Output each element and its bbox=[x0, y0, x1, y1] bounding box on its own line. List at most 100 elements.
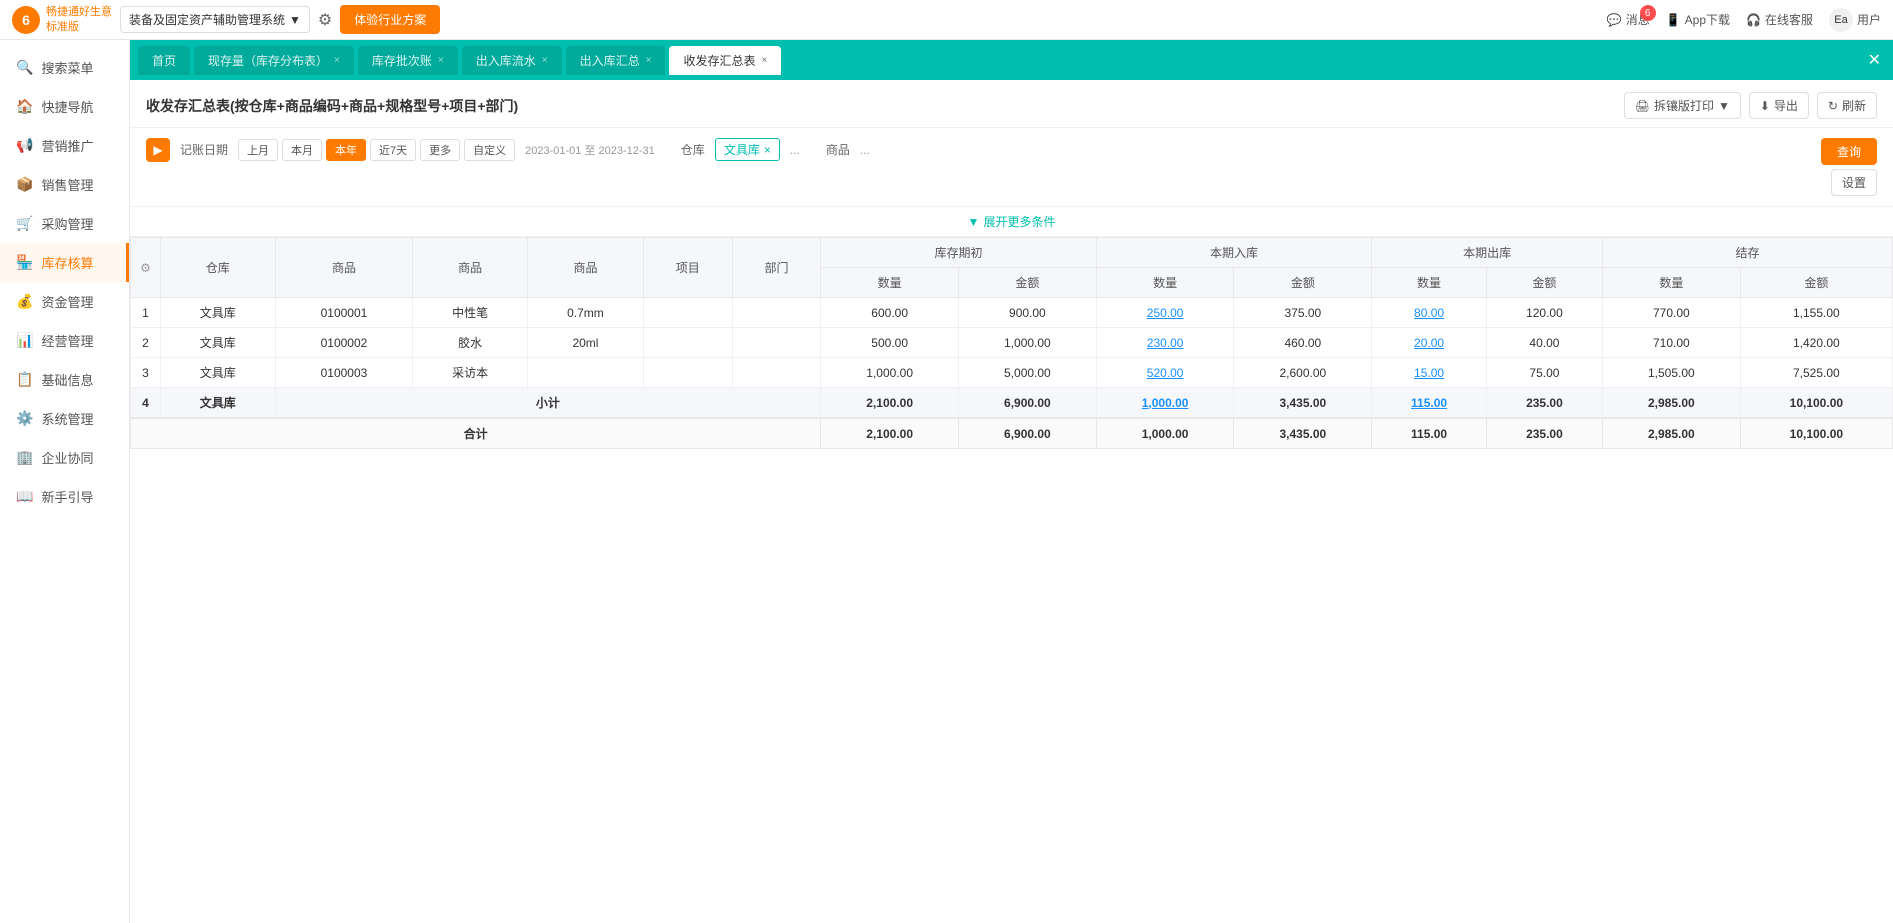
inventory-icon: 🏪 bbox=[16, 254, 33, 271]
sidebar-item-marketing[interactable]: 📢 营销推广 bbox=[0, 126, 129, 165]
tab-bar-close-button[interactable]: ✕ bbox=[1868, 50, 1881, 70]
logo-icon: 6 bbox=[12, 6, 40, 34]
expand-icon: ▼ bbox=[968, 215, 980, 229]
refresh-button[interactable]: ↻ 刷新 bbox=[1817, 92, 1877, 119]
row2-closing-qty: 710.00 bbox=[1602, 328, 1740, 358]
date-btn-last-month[interactable]: 上月 bbox=[238, 139, 278, 161]
home-icon: 🏠 bbox=[16, 98, 33, 115]
sidebar-item-operation[interactable]: 📊 经营管理 bbox=[0, 321, 129, 360]
row1-out-amount: 120.00 bbox=[1486, 298, 1602, 328]
app-download-button[interactable]: 📱 App下载 bbox=[1666, 11, 1730, 28]
row3-department bbox=[732, 358, 821, 388]
sidebar-item-label: 基础信息 bbox=[41, 370, 93, 389]
th-opening: 库存期初 bbox=[821, 238, 1096, 268]
sidebar-item-label: 采购管理 bbox=[41, 214, 93, 233]
total-in-amount: 3,435.00 bbox=[1234, 418, 1372, 449]
row1-product-code: 0100001 bbox=[275, 298, 413, 328]
table-settings-icon[interactable]: ⚙ bbox=[140, 261, 151, 275]
row1-product-spec: 0.7mm bbox=[527, 298, 643, 328]
system-dropdown[interactable]: 装备及固定资产辅助管理系统 ▼ bbox=[120, 6, 310, 33]
sidebar-item-search[interactable]: 🔍 搜索菜单 bbox=[0, 48, 129, 87]
sidebar-item-label: 营销推广 bbox=[41, 136, 93, 155]
print-dropdown-icon: ▼ bbox=[1718, 99, 1730, 113]
sidebar-item-label: 新手引导 bbox=[41, 487, 93, 506]
row2-project bbox=[643, 328, 732, 358]
user-menu[interactable]: Ea 用户 bbox=[1829, 8, 1881, 32]
sidebar-item-label: 销售管理 bbox=[41, 175, 93, 194]
row3-in-qty[interactable]: 520.00 bbox=[1096, 358, 1234, 388]
tab-stock-dist[interactable]: 现存量（库存分布表） × bbox=[194, 46, 354, 75]
total-opening-amount: 6,900.00 bbox=[959, 418, 1097, 449]
date-btn-this-year[interactable]: 本年 bbox=[326, 139, 366, 161]
tab-inout-flow[interactable]: 出入库流水 × bbox=[462, 46, 562, 75]
print-button[interactable]: 🖨 拆镶版打印 ▼ bbox=[1624, 92, 1741, 119]
th-in: 本期入库 bbox=[1096, 238, 1371, 268]
th-closing-qty: 数量 bbox=[1602, 268, 1740, 298]
filter-toggle-button[interactable]: ▶ bbox=[146, 138, 170, 162]
sidebar-item-quick[interactable]: 🏠 快捷导航 bbox=[0, 87, 129, 126]
total-opening-qty: 2,100.00 bbox=[821, 418, 959, 449]
system-icon: ⚙️ bbox=[16, 410, 33, 427]
tab-close-receipt-summary[interactable]: × bbox=[761, 55, 767, 66]
row2-opening-qty: 500.00 bbox=[821, 328, 959, 358]
message-badge: 6 bbox=[1640, 5, 1656, 21]
total-in-qty: 1,000.00 bbox=[1096, 418, 1234, 449]
tab-home[interactable]: 首页 bbox=[138, 46, 190, 75]
operation-icon: 📊 bbox=[16, 332, 33, 349]
date-btn-more[interactable]: 更多 bbox=[420, 139, 460, 161]
query-button[interactable]: 查询 bbox=[1821, 138, 1877, 165]
expand-conditions-button[interactable]: ▼ 展开更多条件 bbox=[968, 213, 1056, 230]
system-name: 装备及固定资产辅助管理系统 bbox=[129, 11, 285, 28]
sidebar-item-inventory[interactable]: 🏪 库存核算 bbox=[0, 243, 129, 282]
expand-conditions-row: ▼ 展开更多条件 bbox=[130, 207, 1893, 237]
warehouse-more-button[interactable]: ... bbox=[790, 143, 800, 157]
date-btn-custom[interactable]: 自定义 bbox=[464, 139, 515, 161]
th-opening-amount: 金额 bbox=[959, 268, 1097, 298]
tab-close-batch[interactable]: × bbox=[438, 55, 444, 66]
warehouse-tag-close[interactable]: × bbox=[764, 143, 771, 157]
product-more-button[interactable]: ... bbox=[860, 143, 870, 157]
top-bar: 6 畅捷通好生意 标准版 装备及固定资产辅助管理系统 ▼ ⚙ 体验行业方案 💬 … bbox=[0, 0, 1893, 40]
online-service-button[interactable]: 🎧 在线客服 bbox=[1746, 11, 1813, 28]
row1-no: 1 bbox=[131, 298, 161, 328]
row3-opening-qty: 1,000.00 bbox=[821, 358, 959, 388]
row3-product-code: 0100003 bbox=[275, 358, 413, 388]
tab-batch[interactable]: 库存批次账 × bbox=[358, 46, 458, 75]
date-btn-this-month[interactable]: 本月 bbox=[282, 139, 322, 161]
subtotal-closing-amount: 10,100.00 bbox=[1740, 388, 1892, 419]
subtotal-label: 小计 bbox=[275, 388, 821, 419]
row3-out-qty[interactable]: 15.00 bbox=[1372, 358, 1487, 388]
row1-out-qty[interactable]: 80.00 bbox=[1372, 298, 1487, 328]
row3-opening-amount: 5,000.00 bbox=[959, 358, 1097, 388]
sidebar-item-guide[interactable]: 📖 新手引导 bbox=[0, 477, 129, 516]
warehouse-filter-tag[interactable]: 文具库 × bbox=[715, 138, 780, 161]
date-btn-7days[interactable]: 近7天 bbox=[370, 139, 416, 161]
settings-icon[interactable]: ⚙ bbox=[318, 10, 332, 30]
row2-no: 2 bbox=[131, 328, 161, 358]
sidebar-item-basic[interactable]: 📋 基础信息 bbox=[0, 360, 129, 399]
row2-opening-amount: 1,000.00 bbox=[959, 328, 1097, 358]
th-out-amount: 金额 bbox=[1486, 268, 1602, 298]
subtotal-in-qty[interactable]: 1,000.00 bbox=[1096, 388, 1234, 419]
message-button[interactable]: 💬 消息 6 bbox=[1607, 11, 1650, 28]
sidebar-item-system[interactable]: ⚙️ 系统管理 bbox=[0, 399, 129, 438]
row2-out-qty[interactable]: 20.00 bbox=[1372, 328, 1487, 358]
row1-in-qty[interactable]: 250.00 bbox=[1096, 298, 1234, 328]
row1-project bbox=[643, 298, 732, 328]
tab-inout-summary[interactable]: 出入库汇总 × bbox=[566, 46, 666, 75]
export-button[interactable]: ⬇ 导出 bbox=[1749, 92, 1809, 119]
row2-in-qty[interactable]: 230.00 bbox=[1096, 328, 1234, 358]
sidebar-item-sales[interactable]: 📦 销售管理 bbox=[0, 165, 129, 204]
tab-close-stock-dist[interactable]: × bbox=[334, 55, 340, 66]
sidebar-item-finance[interactable]: 💰 资金管理 bbox=[0, 282, 129, 321]
trial-button[interactable]: 体验行业方案 bbox=[340, 5, 440, 34]
tab-receipt-summary[interactable]: 收发存汇总表 × bbox=[669, 46, 781, 75]
sidebar-item-purchase[interactable]: 🛒 采购管理 bbox=[0, 204, 129, 243]
sidebar-item-enterprise[interactable]: 🏢 企业协同 bbox=[0, 438, 129, 477]
filter-setting-button[interactable]: 设置 bbox=[1831, 169, 1877, 196]
tab-close-inout-summary[interactable]: × bbox=[646, 55, 652, 66]
tab-close-inout-flow[interactable]: × bbox=[542, 55, 548, 66]
subtotal-out-qty[interactable]: 115.00 bbox=[1372, 388, 1487, 419]
warehouse-filter-label: 仓库 bbox=[681, 141, 705, 158]
table-row: 2 文具库 0100002 胶水 20ml 500.00 1,000.00 23… bbox=[131, 328, 1893, 358]
